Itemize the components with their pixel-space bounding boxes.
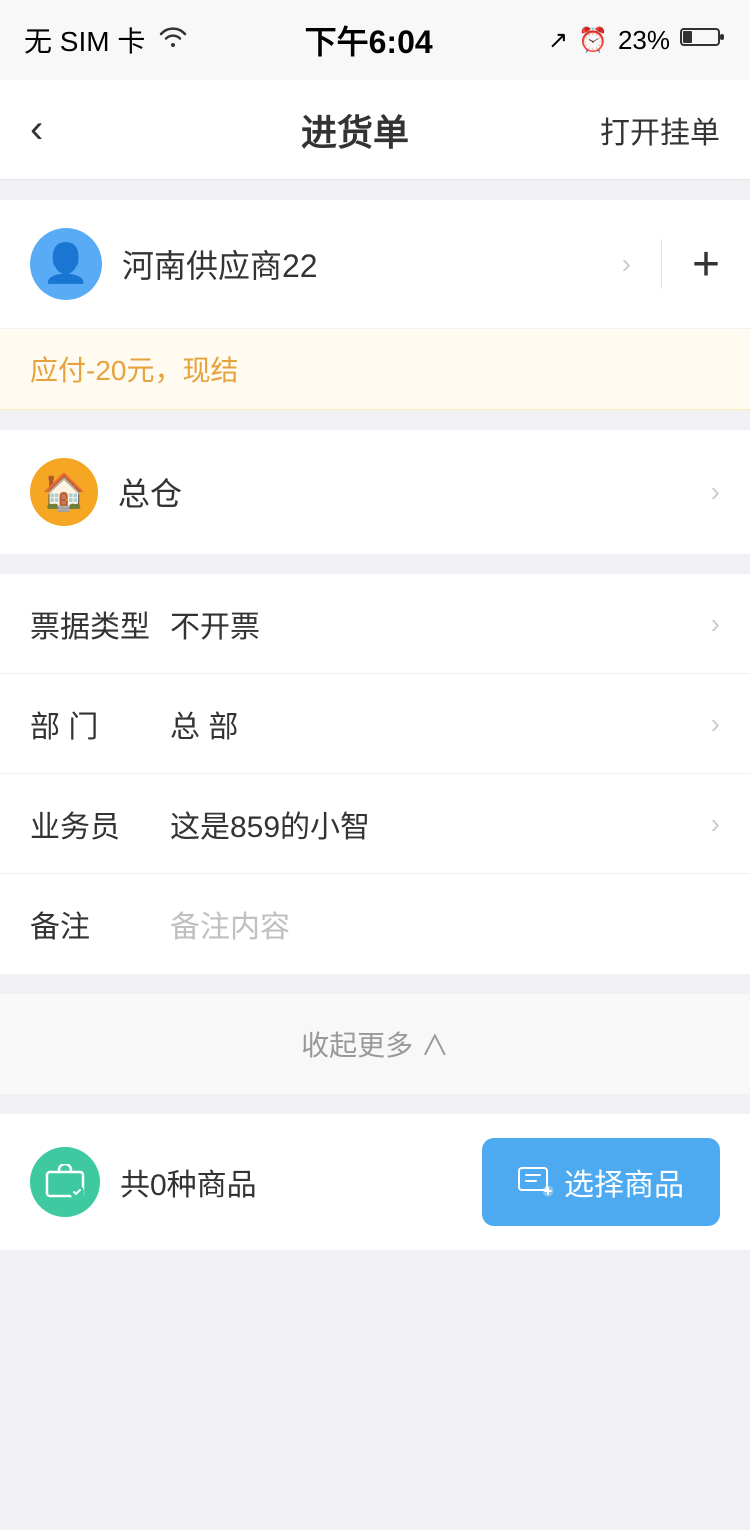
page-background: [0, 1250, 750, 1530]
warehouse-row[interactable]: 🏠 总仓 ›: [0, 430, 750, 554]
warehouse-section: 🏠 总仓 ›: [0, 430, 750, 554]
avatar-person-icon: 👤: [42, 242, 89, 286]
invoice-type-value: 不开票: [170, 602, 711, 646]
product-icon: [30, 1147, 100, 1217]
back-button[interactable]: ‹: [30, 107, 110, 152]
location-icon: ↗: [548, 26, 568, 55]
remark-label: 备注: [30, 902, 170, 946]
section-gap-2: [0, 410, 750, 430]
remark-row[interactable]: 备注 备注内容: [0, 874, 750, 974]
invoice-type-arrow-icon: ›: [711, 608, 720, 640]
supplier-row[interactable]: 👤 河南供应商22 › +: [0, 200, 750, 329]
product-count: 共0种商品: [120, 1160, 482, 1204]
wifi-icon: [157, 24, 189, 56]
warehouse-name: 总仓: [118, 469, 711, 515]
select-product-label: 选择商品: [564, 1160, 684, 1204]
form-section: 票据类型 不开票 › 部 门 总 部 › 业务员 这是859的小智 › 备注 备…: [0, 574, 750, 974]
supplier-section: 👤 河南供应商22 › + 应付-20元，现结: [0, 200, 750, 410]
invoice-type-label: 票据类型: [30, 602, 170, 646]
supplier-arrow-icon: ›: [622, 248, 631, 280]
invoice-type-row[interactable]: 票据类型 不开票 ›: [0, 574, 750, 674]
collapse-button[interactable]: 收起更多 ∧: [0, 994, 750, 1094]
department-label: 部 门: [30, 702, 170, 746]
status-bar: 无 SIM 卡 下午6:04 ↗ ⏰ 23%: [0, 0, 750, 80]
notice-banner: 应付-20元，现结: [0, 329, 750, 410]
department-arrow-icon: ›: [711, 708, 720, 740]
carrier-text: 无 SIM 卡: [24, 20, 145, 60]
nav-bar: ‹ 进货单 打开挂单: [0, 80, 750, 180]
vertical-divider: [661, 239, 662, 289]
status-time: 下午6:04: [305, 17, 433, 63]
battery-icon: [680, 25, 726, 56]
supplier-avatar: 👤: [30, 228, 102, 300]
warehouse-icon: 🏠: [30, 458, 98, 526]
remark-input[interactable]: 备注内容: [170, 902, 720, 946]
collapse-label: 收起更多 ∧: [301, 1030, 449, 1061]
department-row[interactable]: 部 门 总 部 ›: [0, 674, 750, 774]
page-title: 进货单: [301, 104, 409, 156]
warehouse-arrow-icon: ›: [711, 476, 720, 508]
salesperson-arrow-icon: ›: [711, 808, 720, 840]
department-value: 总 部: [170, 702, 711, 746]
battery-text: 23%: [618, 25, 670, 56]
add-button[interactable]: +: [692, 237, 720, 292]
section-gap-1: [0, 180, 750, 200]
status-carrier: 无 SIM 卡: [24, 20, 189, 60]
salesperson-value: 这是859的小智: [170, 802, 711, 846]
salesperson-label: 业务员: [30, 802, 170, 846]
salesperson-row[interactable]: 业务员 这是859的小智 ›: [0, 774, 750, 874]
open-pending-button[interactable]: 打开挂单: [600, 108, 720, 152]
notice-text: 应付-20元，现结: [30, 355, 238, 386]
select-product-button[interactable]: 选择商品: [482, 1138, 720, 1226]
status-indicators: ↗ ⏰ 23%: [548, 25, 726, 56]
alarm-icon: ⏰: [578, 26, 608, 55]
product-bar: 共0种商品 选择商品: [0, 1114, 750, 1250]
supplier-name: 河南供应商22: [122, 241, 622, 287]
